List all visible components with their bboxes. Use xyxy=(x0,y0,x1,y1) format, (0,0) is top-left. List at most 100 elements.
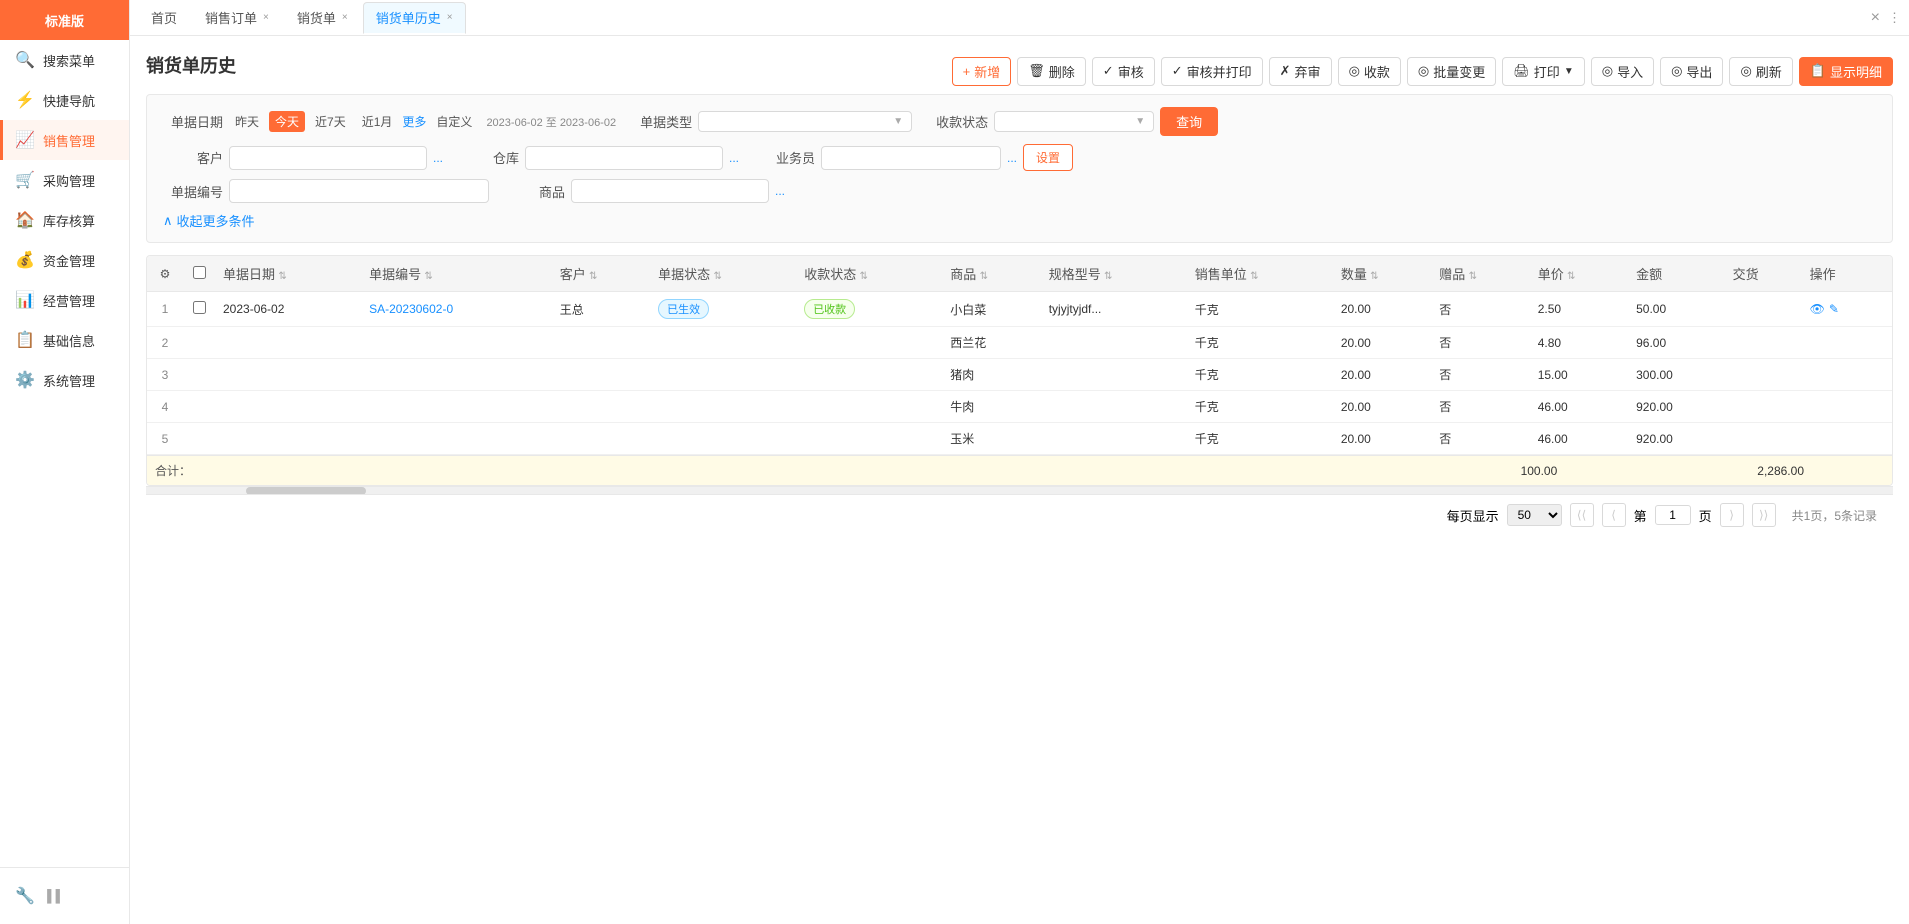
tab-sales-order[interactable]: 销售订单 × xyxy=(192,2,282,34)
cell-doc-status-0: 已生效 xyxy=(650,292,796,327)
page-size-select[interactable]: 50 10 20 100 xyxy=(1507,504,1562,526)
sidebar-item-inventory[interactable]: 🏠 库存核算 xyxy=(0,200,129,240)
doc-type-label: 单据类型 xyxy=(632,112,692,131)
date-btn-1month[interactable]: 近1月 xyxy=(356,111,399,132)
col-customer[interactable]: 客户 ⇅ xyxy=(552,256,650,292)
sidebar-item-base-info[interactable]: 📋 基础信息 xyxy=(0,320,129,360)
sidebar-item-sys-mgmt[interactable]: ⚙️ 系统管理 xyxy=(0,360,129,400)
doc-no-link-0[interactable]: SA-20230602-0 xyxy=(369,302,453,316)
goods-input[interactable] xyxy=(571,179,769,203)
cell-goods-3: 牛肉 xyxy=(942,391,1040,423)
col-gift[interactable]: 赠品 ⇅ xyxy=(1431,256,1529,292)
col-sales-unit[interactable]: 销售单位 ⇅ xyxy=(1187,256,1333,292)
select-all-checkbox[interactable] xyxy=(193,266,206,279)
date-btn-today[interactable]: 今天 xyxy=(269,111,305,132)
filter-goods: 商品 ... xyxy=(505,179,785,203)
col-doc-date[interactable]: 单据日期 ⇅ xyxy=(215,256,361,292)
row-select-checkbox[interactable] xyxy=(193,301,206,314)
customer-input[interactable] xyxy=(229,146,427,170)
tab-sales-order-label: 销售订单 xyxy=(205,8,257,27)
tab-sales-goods-close[interactable]: × xyxy=(342,13,348,23)
window-menu-icon[interactable]: ⋮ xyxy=(1888,10,1901,26)
date-btn-7days[interactable]: 近7天 xyxy=(309,111,352,132)
col-quantity[interactable]: 数量 ⇅ xyxy=(1333,256,1431,292)
warehouse-ellipsis[interactable]: ... xyxy=(729,151,739,165)
col-payment-status-sort: ⇅ xyxy=(860,271,868,282)
cell-payment-status-0: 已收款 xyxy=(796,292,942,327)
payment-status-select[interactable]: ▼ xyxy=(994,111,1154,132)
inventory-icon: 🏠 xyxy=(15,210,35,230)
col-sales-unit-label: 销售单位 xyxy=(1195,267,1247,282)
warehouse-input[interactable] xyxy=(525,146,723,170)
cell-quantity-3: 20.00 xyxy=(1333,391,1431,423)
col-doc-status[interactable]: 单据状态 ⇅ xyxy=(650,256,796,292)
audit-print-button[interactable]: ✓ 审核并打印 xyxy=(1161,57,1263,86)
col-unit-price[interactable]: 单价 ⇅ xyxy=(1530,256,1628,292)
cell-goods-2: 猪肉 xyxy=(942,359,1040,391)
first-page-btn[interactable]: ⟨⟨ xyxy=(1570,503,1594,527)
cell-unit-3: 千克 xyxy=(1187,391,1333,423)
import-button[interactable]: ◎ 导入 xyxy=(1591,57,1654,86)
cell-actions-2 xyxy=(1802,359,1892,391)
last-page-btn[interactable]: ⟩⟩ xyxy=(1752,503,1776,527)
col-gear[interactable]: ⚙ xyxy=(147,256,183,292)
date-btn-yesterday[interactable]: 昨天 xyxy=(229,111,265,132)
sidebar-item-purchase-mgmt[interactable]: 🛒 采购管理 xyxy=(0,160,129,200)
delete-button[interactable]: 🗑 删除 xyxy=(1017,57,1086,86)
page-number-input[interactable] xyxy=(1655,505,1691,525)
settings-button[interactable]: 设置 xyxy=(1023,144,1073,171)
tab-sales-history[interactable]: 销货单历史 × xyxy=(363,2,466,34)
export-button[interactable]: ◎ 导出 xyxy=(1660,57,1723,86)
col-gift-label: 赠品 xyxy=(1439,267,1465,282)
sidebar-item-search-menu[interactable]: 🔍 搜索菜单 xyxy=(0,40,129,80)
customer-ellipsis[interactable]: ... xyxy=(433,151,443,165)
sidebar-item-settings-bottom[interactable]: 🔧 ▐▐ xyxy=(0,876,129,916)
abandon-button[interactable]: ✗ 弃审 xyxy=(1269,57,1332,86)
cell-unit-1: 千克 xyxy=(1187,327,1333,359)
tab-sales-goods[interactable]: 销货单 × xyxy=(284,2,361,34)
collect-button[interactable]: ◎ 收款 xyxy=(1338,57,1401,86)
batch-change-button[interactable]: ◎ 批量变更 xyxy=(1407,57,1496,86)
date-btn-more[interactable]: 更多 xyxy=(402,113,426,130)
scrollbar-area[interactable] xyxy=(146,486,1893,494)
sidebar-item-quick-nav[interactable]: ⚡ 快捷导航 xyxy=(0,80,129,120)
audit-button[interactable]: ✓ 审核 xyxy=(1092,57,1155,86)
print-button[interactable]: 🖨 打印 ▼ xyxy=(1502,57,1584,86)
window-close-icon[interactable]: × xyxy=(1871,9,1880,27)
cell-doc-no-4 xyxy=(361,423,552,455)
next-page-btn[interactable]: ⟩ xyxy=(1720,503,1744,527)
col-payment-status[interactable]: 收款状态 ⇅ xyxy=(796,256,942,292)
view-link-0[interactable]: 👁 xyxy=(1810,302,1825,316)
col-doc-status-label: 单据状态 xyxy=(658,267,710,282)
prev-page-btn[interactable]: ⟨ xyxy=(1602,503,1626,527)
cell-payment-status-3 xyxy=(796,391,942,423)
col-doc-status-sort: ⇅ xyxy=(713,271,721,282)
tab-sales-order-close[interactable]: × xyxy=(263,13,269,23)
base-info-icon: 📋 xyxy=(15,330,35,350)
sidebar-item-ops[interactable]: 📊 经营管理 xyxy=(0,280,129,320)
goods-ellipsis[interactable]: ... xyxy=(775,184,785,198)
refresh-button[interactable]: ◎ 刷新 xyxy=(1729,57,1792,86)
add-button[interactable]: + 新增 xyxy=(952,57,1012,86)
sidebar-item-sales-mgmt[interactable]: 📈 销售管理 xyxy=(0,120,129,160)
collapse-button[interactable]: ∧ 收起更多条件 xyxy=(163,211,1876,230)
cell-unit-4: 千克 xyxy=(1187,423,1333,455)
sidebar-item-finance[interactable]: 💰 资金管理 xyxy=(0,240,129,280)
cell-spec-1 xyxy=(1041,327,1187,359)
col-doc-no[interactable]: 单据编号 ⇅ xyxy=(361,256,552,292)
cell-doc-no-0: SA-20230602-0 xyxy=(361,292,552,327)
date-btn-custom[interactable]: 自定义 xyxy=(430,111,478,132)
doc-type-select[interactable]: ▼ xyxy=(698,111,912,132)
col-goods[interactable]: 商品 ⇅ xyxy=(942,256,1040,292)
tab-sales-history-close[interactable]: × xyxy=(447,13,453,23)
show-detail-button[interactable]: 📋 显示明细 xyxy=(1799,57,1893,86)
staff-input[interactable] xyxy=(821,146,1001,170)
col-checkbox xyxy=(183,256,215,292)
col-spec-type[interactable]: 规格型号 ⇅ xyxy=(1041,256,1187,292)
edit-link-0[interactable]: ✎ xyxy=(1829,302,1839,316)
query-button[interactable]: 查询 xyxy=(1160,107,1218,136)
staff-ellipsis[interactable]: ... xyxy=(1007,151,1017,165)
doc-no-input[interactable] xyxy=(229,179,489,203)
tab-home[interactable]: 首页 xyxy=(138,2,190,34)
sidebar-item-label: 基础信息 xyxy=(43,331,95,350)
